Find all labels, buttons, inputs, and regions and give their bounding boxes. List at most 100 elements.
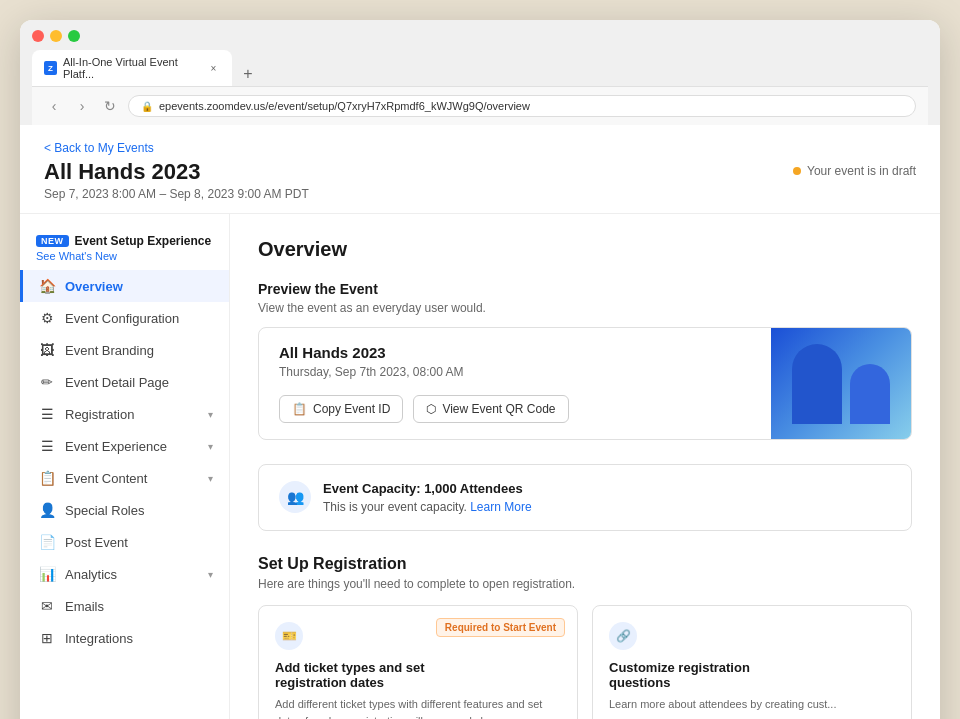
sidebar-label-event-experience: Event Experience [65, 439, 198, 454]
learn-more-link[interactable]: Learn More [470, 500, 531, 514]
preview-section: Preview the Event View the event as an e… [258, 281, 912, 440]
capacity-bold: Event Capacity: 1,000 Attendees [323, 481, 532, 496]
app-body: NEW Event Setup Experience See What's Ne… [20, 214, 940, 719]
sidebar-item-event-content[interactable]: 📋 Event Content ▾ [20, 462, 229, 494]
capacity-card: 👥 Event Capacity: 1,000 Attendees This i… [258, 464, 912, 531]
preview-card: All Hands 2023 Thursday, Sep 7th 2023, 0… [258, 327, 912, 440]
sidebar-label-analytics: Analytics [65, 567, 198, 582]
sidebar-item-special-roles[interactable]: 👤 Special Roles [20, 494, 229, 526]
integrations-icon: ⊞ [39, 630, 55, 646]
registration-heading: Set Up Registration [258, 555, 912, 573]
ticket-card: Required to Start Event 🎫 Add ticket typ… [258, 605, 578, 719]
back-nav-button[interactable]: ‹ [44, 98, 64, 114]
questions-icon: 🔗 [609, 622, 637, 650]
maximize-button[interactable] [68, 30, 80, 42]
chevron-down-icon-4: ▾ [208, 569, 213, 580]
lock-icon: 🔒 [141, 101, 153, 112]
sidebar-label-special-roles: Special Roles [65, 503, 213, 518]
close-button[interactable] [32, 30, 44, 42]
tab-bar: Z All-In-One Virtual Event Platf... × + [32, 50, 928, 86]
sidebar-label-integrations: Integrations [65, 631, 213, 646]
sidebar-label-event-content: Event Content [65, 471, 198, 486]
copy-event-id-button[interactable]: 📋 Copy Event ID [279, 395, 403, 423]
sidebar-item-event-detail-page[interactable]: ✏ Event Detail Page [20, 366, 229, 398]
list-icon: ☰ [39, 406, 55, 422]
preview-subtext: View the event as an everyday user would… [258, 301, 912, 315]
questions-card-desc: Learn more about attendees by creating c… [609, 696, 895, 713]
event-dates: Sep 7, 2023 8:00 AM – Sep 8, 2023 9:00 A… [44, 187, 309, 201]
sidebar-label-registration: Registration [65, 407, 198, 422]
new-tab-button[interactable]: + [236, 62, 260, 86]
setup-experience-banner: NEW Event Setup Experience See What's Ne… [20, 226, 229, 270]
chart-icon: 📊 [39, 566, 55, 582]
reload-button[interactable]: ↻ [100, 98, 120, 114]
ticket-icon: 🎫 [275, 622, 303, 650]
sidebar: NEW Event Setup Experience See What's Ne… [20, 214, 230, 719]
sidebar-label-event-branding: Event Branding [65, 343, 213, 358]
ticket-card-title: Add ticket types and set registration da… [275, 660, 561, 690]
tab-label: All-In-One Virtual Event Platf... [63, 56, 201, 80]
capacity-subtext: This is your event capacity. [323, 500, 467, 514]
setup-experience-title: NEW Event Setup Experience [36, 234, 213, 248]
see-whats-new-link[interactable]: See What's New [36, 250, 213, 262]
sidebar-item-event-experience[interactable]: ☰ Event Experience ▾ [20, 430, 229, 462]
preview-event-date: Thursday, Sep 7th 2023, 08:00 AM [279, 365, 751, 379]
preview-event-name: All Hands 2023 [279, 344, 751, 361]
url-text: epevents.zoomdev.us/e/event/setup/Q7xryH… [159, 100, 530, 112]
url-bar[interactable]: 🔒 epevents.zoomdev.us/e/event/setup/Q7xr… [128, 95, 916, 117]
event-image-decoration [782, 344, 900, 424]
questions-card: 🔗 Customize registration questions Learn… [592, 605, 912, 719]
sidebar-item-event-configuration[interactable]: ⚙ Event Configuration [20, 302, 229, 334]
sidebar-item-integrations[interactable]: ⊞ Integrations [20, 622, 229, 654]
back-to-events-link[interactable]: < Back to My Events [44, 141, 309, 155]
forward-nav-button[interactable]: › [72, 98, 92, 114]
ticket-card-desc: Add different ticket types with differen… [275, 696, 561, 719]
clipboard-icon: 📋 [39, 470, 55, 486]
preview-heading: Preview the Event [258, 281, 912, 297]
view-qr-code-button[interactable]: ⬡ View Event QR Code [413, 395, 568, 423]
sidebar-item-analytics[interactable]: 📊 Analytics ▾ [20, 558, 229, 590]
sidebar-label-event-detail-page: Event Detail Page [65, 375, 213, 390]
sidebar-item-emails[interactable]: ✉ Emails [20, 590, 229, 622]
capacity-text: Event Capacity: 1,000 Attendees This is … [323, 481, 532, 514]
page-title: Overview [258, 238, 912, 261]
chevron-down-icon-3: ▾ [208, 473, 213, 484]
event-title: All Hands 2023 [44, 159, 309, 185]
draft-status-label: Your event is in draft [807, 164, 916, 178]
registration-cards: Required to Start Event 🎫 Add ticket typ… [258, 605, 912, 719]
copy-icon: 📋 [292, 402, 307, 416]
document-icon: 📄 [39, 534, 55, 550]
active-tab[interactable]: Z All-In-One Virtual Event Platf... × [32, 50, 232, 86]
preview-card-image [771, 328, 911, 439]
gear-icon: ⚙ [39, 310, 55, 326]
sidebar-label-overview: Overview [65, 279, 213, 294]
browser-window: Z All-In-One Virtual Event Platf... × + … [20, 20, 940, 719]
traffic-lights [32, 30, 928, 42]
decorative-arch-2 [850, 364, 890, 424]
sidebar-label-post-event: Post Event [65, 535, 213, 550]
capacity-sub: This is your event capacity. Learn More [323, 500, 532, 514]
copy-event-id-label: Copy Event ID [313, 402, 390, 416]
new-badge: NEW [36, 235, 69, 247]
registration-subtext: Here are things you'll need to complete … [258, 577, 912, 591]
attendees-icon: 👥 [279, 481, 311, 513]
questions-card-title: Customize registration questions [609, 660, 895, 690]
view-qr-code-label: View Event QR Code [442, 402, 555, 416]
email-icon: ✉ [39, 598, 55, 614]
tab-favicon: Z [44, 61, 57, 75]
main-content: Overview Preview the Event View the even… [230, 214, 940, 719]
preview-actions: 📋 Copy Event ID ⬡ View Event QR Code [279, 395, 751, 423]
decorative-arch-1 [792, 344, 842, 424]
setup-experience-label: Event Setup Experience [75, 234, 212, 248]
sidebar-item-post-event[interactable]: 📄 Post Event [20, 526, 229, 558]
edit-icon: ✏ [39, 374, 55, 390]
sidebar-item-overview[interactable]: 🏠 Overview [20, 270, 229, 302]
minimize-button[interactable] [50, 30, 62, 42]
draft-status-dot [793, 167, 801, 175]
sidebar-item-registration[interactable]: ☰ Registration ▾ [20, 398, 229, 430]
person-icon: 👤 [39, 502, 55, 518]
chevron-down-icon-2: ▾ [208, 441, 213, 452]
sidebar-item-event-branding[interactable]: 🖼 Event Branding [20, 334, 229, 366]
sidebar-label-event-configuration: Event Configuration [65, 311, 213, 326]
tab-close-button[interactable]: × [207, 61, 220, 75]
